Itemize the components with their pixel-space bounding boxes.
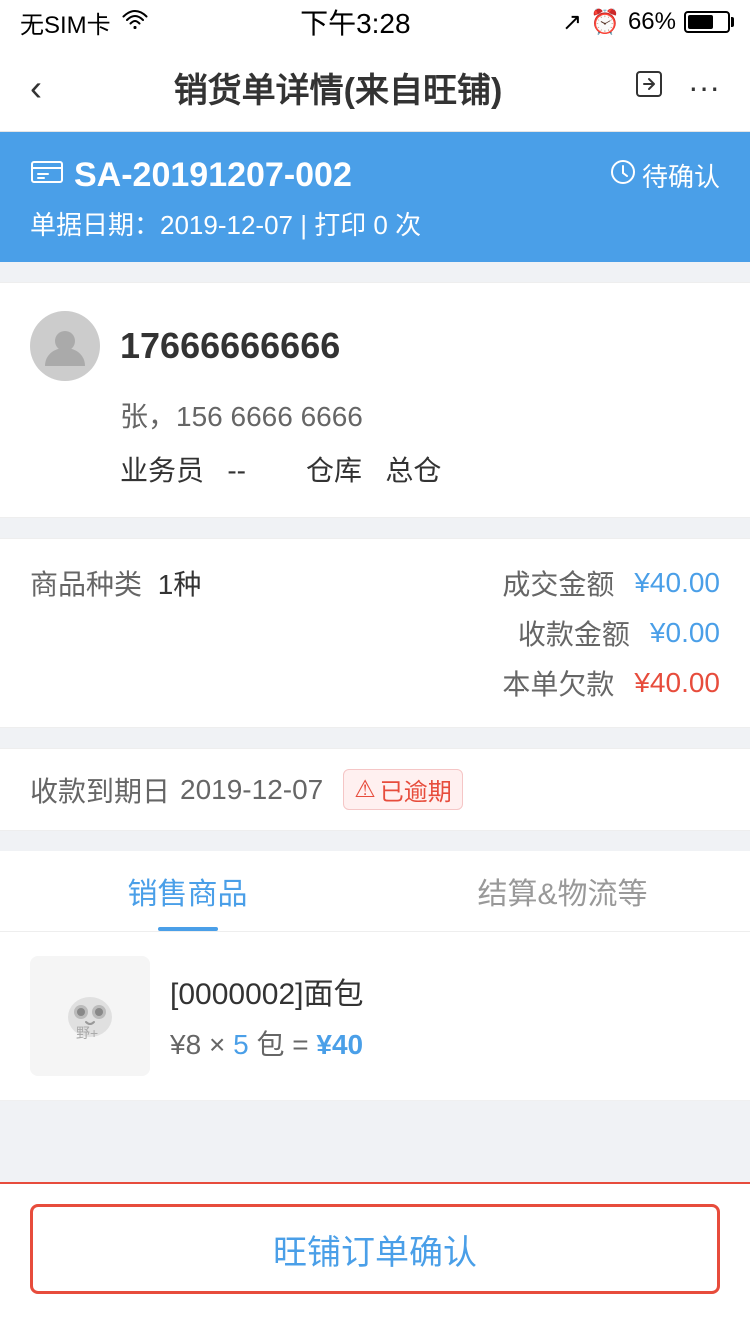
- overdue-badge: ⚠ 已逾期: [343, 769, 463, 810]
- product-name: [0000002]面包: [170, 969, 720, 1013]
- warehouse-label: 仓库: [306, 455, 362, 486]
- bottom-bar: 旺铺订单确认: [0, 1182, 750, 1334]
- summary-left: 商品种类 1种: [30, 563, 201, 603]
- arrears-value: ¥40.00: [634, 667, 720, 699]
- price-value: ¥8: [170, 1029, 201, 1060]
- order-date: 单据日期：2019-12-07 | 打印 0 次: [30, 205, 720, 242]
- tab-sales-products[interactable]: 销售商品: [0, 851, 375, 931]
- collection-amount-value: ¥0.00: [650, 617, 720, 649]
- confirm-order-button[interactable]: 旺铺订单确认: [30, 1204, 720, 1294]
- svg-text:野+: 野+: [76, 1025, 98, 1041]
- customer-phone: 17666666666: [120, 325, 340, 367]
- battery-icon: [684, 11, 730, 33]
- avatar: [30, 311, 100, 381]
- status-right: ↗ ⏰ 66%: [562, 8, 730, 37]
- arrears-label: 本单欠款: [502, 663, 614, 703]
- tab-settlement-logistics[interactable]: 结算&物流等: [375, 851, 750, 931]
- status-left: 无SIM卡: [20, 5, 149, 40]
- due-date-label: 收款到期日: [30, 770, 170, 810]
- customer-meta: 业务员 -- 仓库 总仓: [30, 449, 720, 489]
- transaction-amount-value: ¥40.00: [634, 567, 720, 599]
- transaction-amount-label: 成交金额: [502, 563, 614, 603]
- order-id: SA-20191207-002: [30, 156, 352, 195]
- table-row: 野+ [0000002]面包 ¥8 × 5 包 = ¥40: [0, 932, 750, 1101]
- order-header: SA-20191207-002 待确认 单据日期：2019-12-07 | 打印…: [0, 132, 750, 262]
- collection-amount-label: 收款金额: [518, 613, 630, 653]
- overdue-text: 已逾期: [380, 772, 452, 807]
- back-button[interactable]: ‹: [30, 67, 42, 109]
- battery-percent: 66%: [628, 8, 676, 36]
- product-type-value: 1种: [158, 563, 202, 603]
- product-info: [0000002]面包 ¥8 × 5 包 = ¥40: [170, 969, 720, 1063]
- product-thumbnail: 野+: [30, 956, 150, 1076]
- due-date-value: 2019-12-07: [180, 774, 323, 806]
- summary-right: 成交金额 ¥40.00 收款金额 ¥0.00 本单欠款 ¥40.00: [502, 563, 720, 703]
- wifi-icon: [121, 8, 149, 37]
- nav-actions: ···: [634, 69, 720, 107]
- status-text: 待确认: [642, 157, 720, 194]
- warehouse-value: 总仓: [385, 455, 441, 486]
- summary-card: 商品种类 1种 成交金额 ¥40.00 收款金额 ¥0.00 本单欠款 ¥40.…: [0, 538, 750, 728]
- quantity-value: 5: [233, 1029, 249, 1060]
- nav-bar: ‹ 销货单详情(来自旺铺) ···: [0, 44, 750, 132]
- customer-card: 17666666666 张，156 6666 6666 业务员 -- 仓库 总仓: [0, 282, 750, 518]
- share-icon[interactable]: [634, 69, 664, 107]
- clock-icon: [610, 159, 636, 192]
- total-value: ¥40: [316, 1029, 363, 1060]
- order-status: 待确认: [610, 157, 720, 194]
- order-id-text: SA-20191207-002: [74, 156, 352, 195]
- status-time: 下午3:28: [300, 2, 411, 42]
- unit-value: 包: [256, 1029, 284, 1060]
- status-bar: 无SIM卡 下午3:28 ↗ ⏰ 66%: [0, 0, 750, 44]
- product-type-label: 商品种类: [30, 569, 142, 600]
- salesperson-label: 业务员: [120, 455, 204, 486]
- product-price: ¥8 × 5 包 = ¥40: [170, 1023, 720, 1063]
- location-icon: ↗: [562, 8, 582, 37]
- carrier-text: 无SIM卡: [20, 5, 111, 40]
- customer-name: 张，156 6666 6666: [30, 395, 720, 435]
- salesperson-value: --: [227, 455, 246, 486]
- overdue-icon: ⚠: [354, 775, 376, 804]
- tabs: 销售商品 结算&物流等: [0, 851, 750, 932]
- more-icon[interactable]: ···: [688, 69, 720, 106]
- product-logo-icon: 野+: [50, 982, 130, 1050]
- order-icon: [30, 156, 64, 195]
- page-title: 销货单详情(来自旺铺): [174, 63, 503, 112]
- due-date-card: 收款到期日 2019-12-07 ⚠ 已逾期: [0, 748, 750, 831]
- product-list: 野+ [0000002]面包 ¥8 × 5 包 = ¥40: [0, 932, 750, 1101]
- alarm-icon: ⏰: [590, 8, 620, 37]
